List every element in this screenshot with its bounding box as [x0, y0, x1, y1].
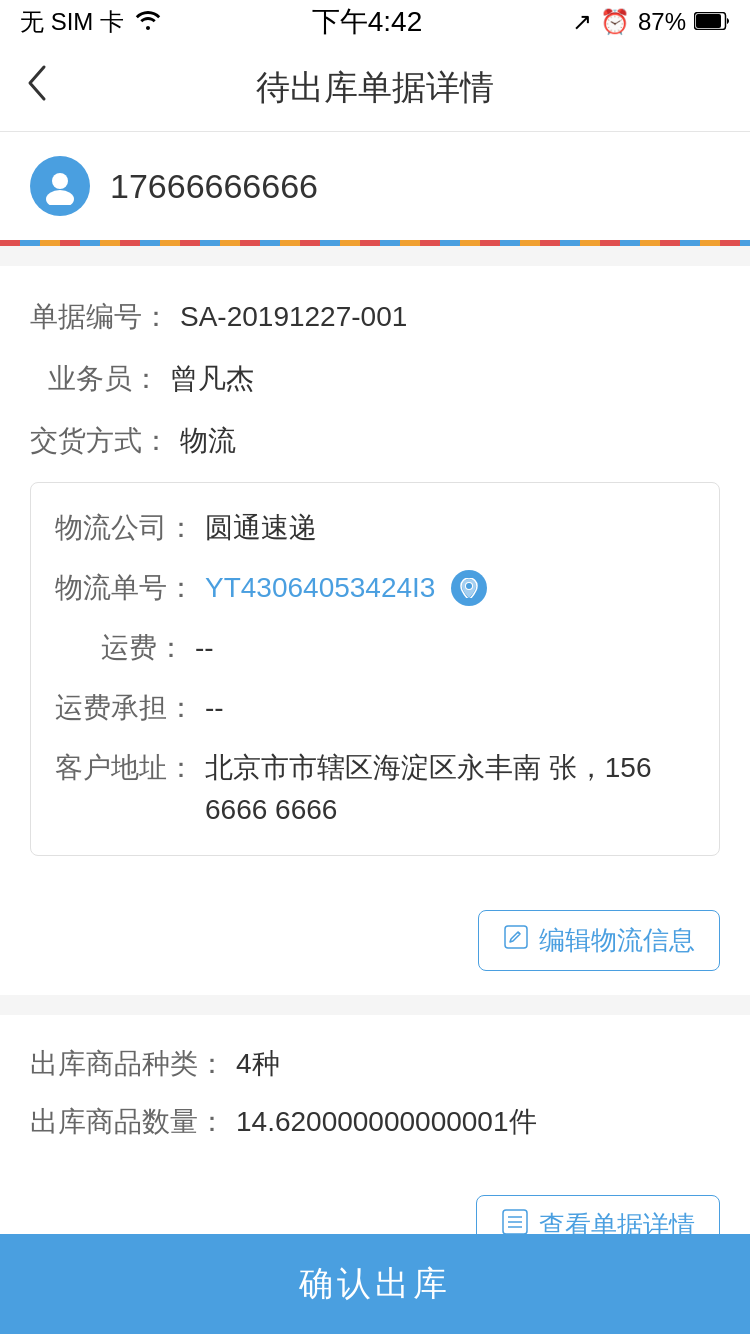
tracking-number-container: YT43064053424I3	[195, 567, 487, 609]
location-icon: ↗	[572, 8, 592, 36]
customer-address-row: 客户地址： 北京市市辖区海淀区永丰南 张，156 6666 6666	[55, 747, 695, 831]
location-pin-icon[interactable]	[451, 570, 487, 606]
freight-label: 运费：	[55, 627, 185, 669]
order-info-section: 单据编号： SA-20191227-001 业务员： 曾凡杰 交货方式： 物流 …	[0, 266, 750, 886]
svg-rect-1	[696, 14, 721, 28]
product-quantity-row: 出库商品数量： 14.620000000000001件	[30, 1103, 720, 1141]
logistics-company-label: 物流公司：	[55, 507, 195, 549]
delivery-method-label: 交货方式：	[30, 420, 170, 462]
delivery-method-row: 交货方式： 物流	[30, 420, 720, 462]
edit-logistics-label: 编辑物流信息	[539, 923, 695, 958]
freight-value: --	[195, 627, 695, 669]
svg-point-3	[46, 190, 74, 205]
freight-row: 运费： --	[55, 627, 695, 669]
order-number-row: 单据编号： SA-20191227-001	[30, 296, 720, 338]
status-right: ↗ ⏰ 87%	[572, 8, 730, 36]
confirm-button-wrapper: 确认出库	[0, 1234, 750, 1334]
main-content: 17666666666 单据编号： SA-20191227-001 业务员： 曾…	[0, 132, 750, 1334]
customer-address-value: 北京市市辖区海淀区永丰南 张，156 6666 6666	[205, 747, 695, 831]
status-left: 无 SIM 卡	[20, 6, 162, 38]
product-section: 出库商品种类： 4种 出库商品数量： 14.620000000000001件	[0, 1015, 750, 1171]
edit-icon	[503, 924, 529, 957]
customer-phone: 17666666666	[110, 167, 318, 206]
edit-logistics-row: 编辑物流信息	[0, 886, 750, 995]
color-divider	[0, 240, 750, 246]
wifi-icon	[134, 8, 162, 36]
back-button[interactable]	[24, 63, 48, 112]
product-type-value: 4种	[236, 1045, 280, 1083]
tracking-number-label: 物流单号：	[55, 567, 195, 609]
status-time: 下午4:42	[312, 3, 423, 41]
freight-bearer-row: 运费承担： --	[55, 687, 695, 729]
battery-label: 87%	[638, 8, 686, 36]
avatar	[30, 156, 90, 216]
section-divider-1	[0, 995, 750, 1015]
svg-point-2	[52, 173, 68, 189]
svg-point-5	[466, 583, 472, 589]
battery-icon	[694, 8, 730, 36]
logistics-card: 物流公司： 圆通速递 物流单号： YT43064053424I3	[30, 482, 720, 856]
salesman-label: 业务员：	[30, 358, 160, 400]
confirm-outbound-button[interactable]: 确认出库	[0, 1234, 750, 1334]
customer-header: 17666666666	[0, 132, 750, 240]
order-number-value: SA-20191227-001	[180, 296, 720, 338]
order-number-label: 单据编号：	[30, 296, 170, 338]
carrier-label: 无 SIM 卡	[20, 6, 124, 38]
freight-bearer-value: --	[205, 687, 695, 729]
product-quantity-value: 14.620000000000001件	[236, 1103, 537, 1141]
tracking-number-row: 物流单号： YT43064053424I3	[55, 567, 695, 609]
product-quantity-label: 出库商品数量：	[30, 1103, 226, 1141]
page-title: 待出库单据详情	[256, 65, 494, 111]
product-type-row: 出库商品种类： 4种	[30, 1045, 720, 1083]
logistics-company-row: 物流公司： 圆通速递	[55, 507, 695, 549]
edit-logistics-button[interactable]: 编辑物流信息	[478, 910, 720, 971]
salesman-value: 曾凡杰	[170, 358, 720, 400]
freight-bearer-label: 运费承担：	[55, 687, 195, 729]
nav-bar: 待出库单据详情	[0, 44, 750, 132]
status-bar: 无 SIM 卡 下午4:42 ↗ ⏰ 87%	[0, 0, 750, 44]
salesman-row: 业务员： 曾凡杰	[30, 358, 720, 400]
alarm-icon: ⏰	[600, 8, 630, 36]
tracking-number-value: YT43064053424I3	[205, 567, 435, 609]
product-type-label: 出库商品种类：	[30, 1045, 226, 1083]
customer-address-label: 客户地址：	[55, 747, 195, 789]
delivery-method-value: 物流	[180, 420, 720, 462]
logistics-company-value: 圆通速递	[205, 507, 695, 549]
